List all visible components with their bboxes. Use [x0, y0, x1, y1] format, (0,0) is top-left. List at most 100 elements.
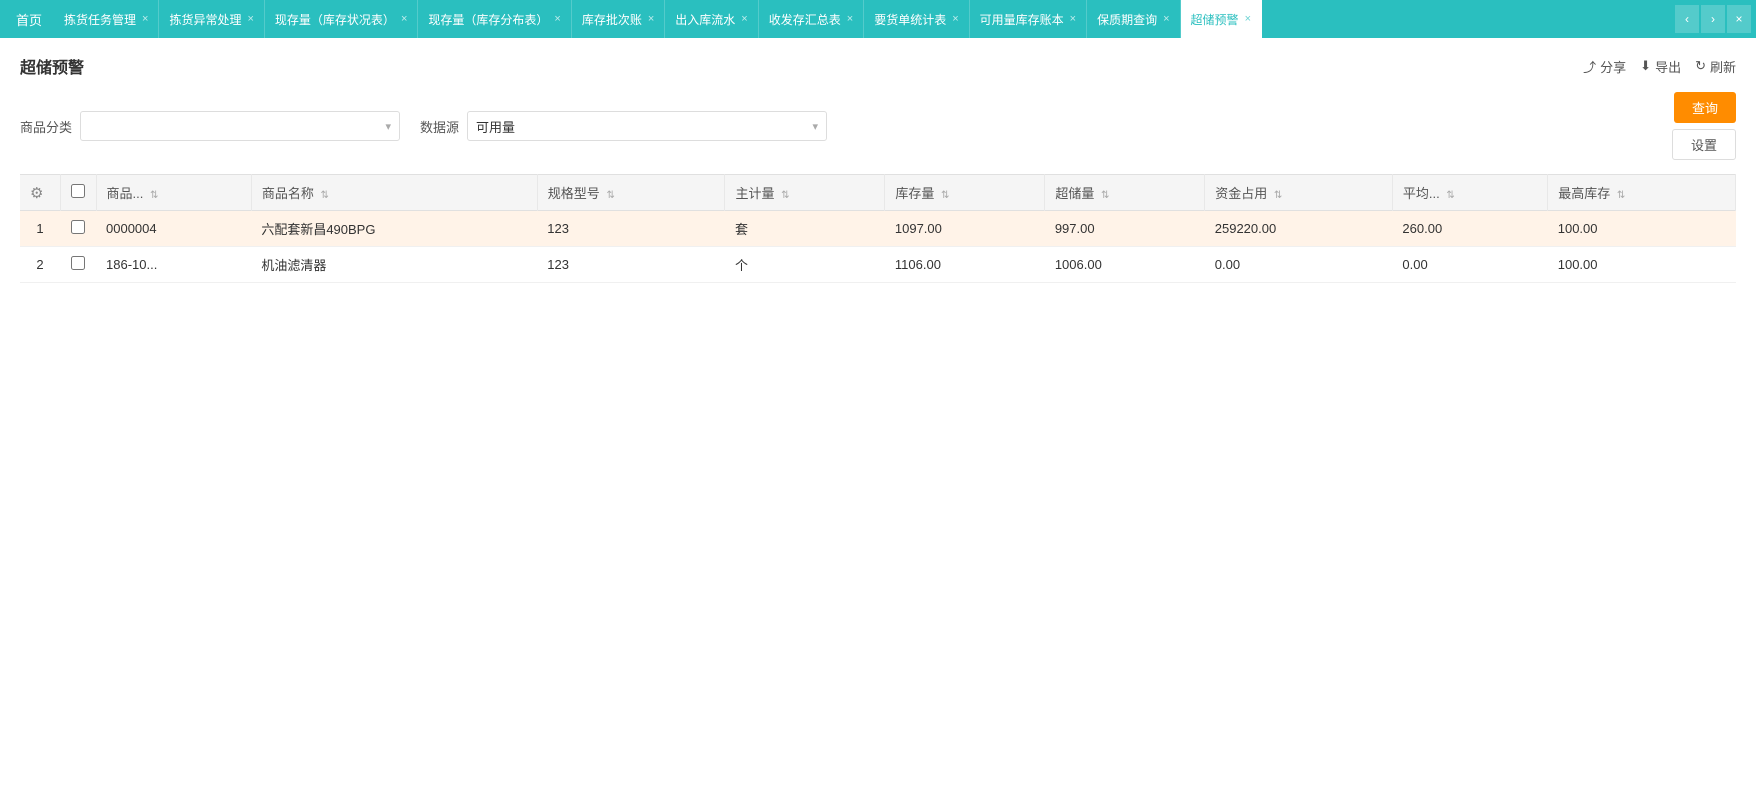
row-product-code: 0000004	[96, 211, 251, 247]
filter-category: 商品分类 ▾	[20, 111, 400, 141]
nav-left-arrow[interactable]: ‹	[1675, 5, 1699, 33]
row-capital: 259220.00	[1205, 211, 1393, 247]
page-title: 超储预警	[20, 54, 84, 78]
row-unit: 个	[725, 247, 885, 283]
category-select[interactable]: ▾	[80, 111, 400, 141]
row-product-name: 六配套新昌490BPG	[251, 211, 537, 247]
filter-row: 商品分类 ▾ 数据源 可用量 ▾ 查询 设置	[20, 92, 1736, 160]
tab-7[interactable]: 收发存汇总表 ×	[759, 0, 864, 38]
tab-9-close[interactable]: ×	[1070, 13, 1076, 25]
sort-icon-unit[interactable]: ⇅	[781, 190, 789, 201]
table-row: 2 186-10... 机油滤清器 123 个 1106.00 1006.00 …	[20, 247, 1736, 283]
tab-11[interactable]: 超储预警 ×	[1181, 0, 1262, 38]
row-no: 1	[20, 211, 60, 247]
tab-2[interactable]: 拣货异常处理 ×	[159, 0, 264, 38]
tab-4[interactable]: 现存量（库存分布表） ×	[418, 0, 571, 38]
row-checkbox[interactable]	[71, 256, 85, 270]
query-button[interactable]: 查询	[1674, 92, 1736, 123]
datasource-chevron-icon: ▾	[813, 120, 819, 133]
tab-4-close[interactable]: ×	[554, 13, 560, 25]
row-spec: 123	[537, 247, 725, 283]
row-stock: 1097.00	[885, 211, 1045, 247]
nav-home[interactable]: 首页	[4, 0, 54, 38]
sort-icon-overstock[interactable]: ⇅	[1101, 190, 1109, 201]
tab-6[interactable]: 出入库流水 ×	[665, 0, 758, 38]
sort-icon-stock[interactable]: ⇅	[941, 190, 949, 201]
top-navigation: 首页 拣货任务管理 × 拣货异常处理 × 现存量（库存状况表） × 现存量（库存…	[0, 0, 1756, 38]
tab-2-close[interactable]: ×	[247, 13, 253, 25]
row-checkbox-cell	[60, 211, 96, 247]
table-body: 1 0000004 六配套新昌490BPG 123 套 1097.00 997.…	[20, 211, 1736, 283]
col-checkbox-header	[60, 175, 96, 211]
row-checkbox[interactable]	[71, 220, 85, 234]
select-all-checkbox[interactable]	[71, 184, 85, 198]
export-button[interactable]: ⬇ 导出	[1640, 57, 1681, 76]
col-overstock-header: 超储量 ⇅	[1045, 175, 1205, 211]
share-button[interactable]: ⤴ 分享	[1583, 57, 1626, 76]
row-max-stock: 100.00	[1548, 211, 1736, 247]
table-row: 1 0000004 六配套新昌490BPG 123 套 1097.00 997.…	[20, 211, 1736, 247]
share-icon: ⤴	[1583, 57, 1596, 76]
tab-6-close[interactable]: ×	[741, 13, 747, 25]
row-checkbox-cell	[60, 247, 96, 283]
tab-5[interactable]: 库存批次账 ×	[572, 0, 665, 38]
col-spec-header: 规格型号 ⇅	[537, 175, 725, 211]
tab-8-close[interactable]: ×	[952, 13, 958, 25]
tab-8[interactable]: 要货单统计表 ×	[864, 0, 969, 38]
sort-icon-product-name[interactable]: ⇅	[320, 190, 328, 201]
row-product-name: 机油滤清器	[251, 247, 537, 283]
tab-3[interactable]: 现存量（库存状况表） ×	[265, 0, 418, 38]
col-capital-header: 资金占用 ⇅	[1205, 175, 1393, 211]
refresh-button[interactable]: ↻ 刷新	[1695, 57, 1736, 76]
col-product-code-header: 商品... ⇅	[96, 175, 251, 211]
row-avg: 260.00	[1392, 211, 1547, 247]
sort-icon-product-code[interactable]: ⇅	[150, 190, 158, 201]
tab-1-close[interactable]: ×	[142, 13, 148, 25]
sort-icon-spec[interactable]: ⇅	[606, 190, 614, 201]
table-header-row: ⚙ 商品... ⇅ 商品名称 ⇅ 规格型号 ⇅ 主计量	[20, 175, 1736, 211]
category-label: 商品分类	[20, 117, 72, 136]
category-chevron-icon: ▾	[385, 120, 391, 133]
row-stock: 1106.00	[885, 247, 1045, 283]
nav-arrows: ‹ › ×	[1674, 5, 1752, 33]
row-avg: 0.00	[1392, 247, 1547, 283]
tab-10-close[interactable]: ×	[1163, 13, 1169, 25]
tab-1[interactable]: 拣货任务管理 ×	[54, 0, 159, 38]
export-icon: ⬇	[1640, 58, 1651, 74]
sort-icon-avg[interactable]: ⇅	[1446, 190, 1454, 201]
header-actions: ⤴ 分享 ⬇ 导出 ↻ 刷新	[1583, 57, 1736, 76]
row-overstock: 997.00	[1045, 211, 1205, 247]
tab-3-close[interactable]: ×	[401, 13, 407, 25]
row-unit: 套	[725, 211, 885, 247]
filter-datasource: 数据源 可用量 ▾	[420, 111, 827, 141]
col-gear-header: ⚙	[20, 175, 60, 211]
row-product-code: 186-10...	[96, 247, 251, 283]
row-capital: 0.00	[1205, 247, 1393, 283]
sort-icon-capital[interactable]: ⇅	[1274, 190, 1282, 201]
settings-button[interactable]: 设置	[1672, 129, 1736, 160]
sort-icon-max[interactable]: ⇅	[1617, 190, 1625, 201]
tab-5-close[interactable]: ×	[648, 13, 654, 25]
page-content: 超储预警 ⤴ 分享 ⬇ 导出 ↻ 刷新 商品分类 ▾ 数据源	[0, 38, 1756, 800]
data-table: ⚙ 商品... ⇅ 商品名称 ⇅ 规格型号 ⇅ 主计量	[20, 174, 1736, 283]
page-header: 超储预警 ⤴ 分享 ⬇ 导出 ↻ 刷新	[20, 54, 1736, 78]
row-max-stock: 100.00	[1548, 247, 1736, 283]
tab-9[interactable]: 可用量库存账本 ×	[970, 0, 1087, 38]
col-avg-header: 平均... ⇅	[1392, 175, 1547, 211]
col-max-header: 最高库存 ⇅	[1548, 175, 1736, 211]
filter-buttons: 查询 设置	[1672, 92, 1736, 160]
refresh-icon: ↻	[1695, 58, 1706, 74]
datasource-select[interactable]: 可用量 ▾	[467, 111, 827, 141]
datasource-select-value: 可用量	[476, 117, 515, 136]
col-product-name-header: 商品名称 ⇅	[251, 175, 537, 211]
nav-menu-button[interactable]: ×	[1727, 5, 1751, 33]
gear-icon[interactable]: ⚙	[30, 185, 43, 202]
col-unit-header: 主计量 ⇅	[725, 175, 885, 211]
nav-right-arrow[interactable]: ›	[1701, 5, 1725, 33]
tab-11-close[interactable]: ×	[1245, 13, 1251, 25]
tab-10[interactable]: 保质期查询 ×	[1087, 0, 1180, 38]
col-stock-header: 库存量 ⇅	[885, 175, 1045, 211]
row-spec: 123	[537, 211, 725, 247]
row-overstock: 1006.00	[1045, 247, 1205, 283]
tab-7-close[interactable]: ×	[847, 13, 853, 25]
